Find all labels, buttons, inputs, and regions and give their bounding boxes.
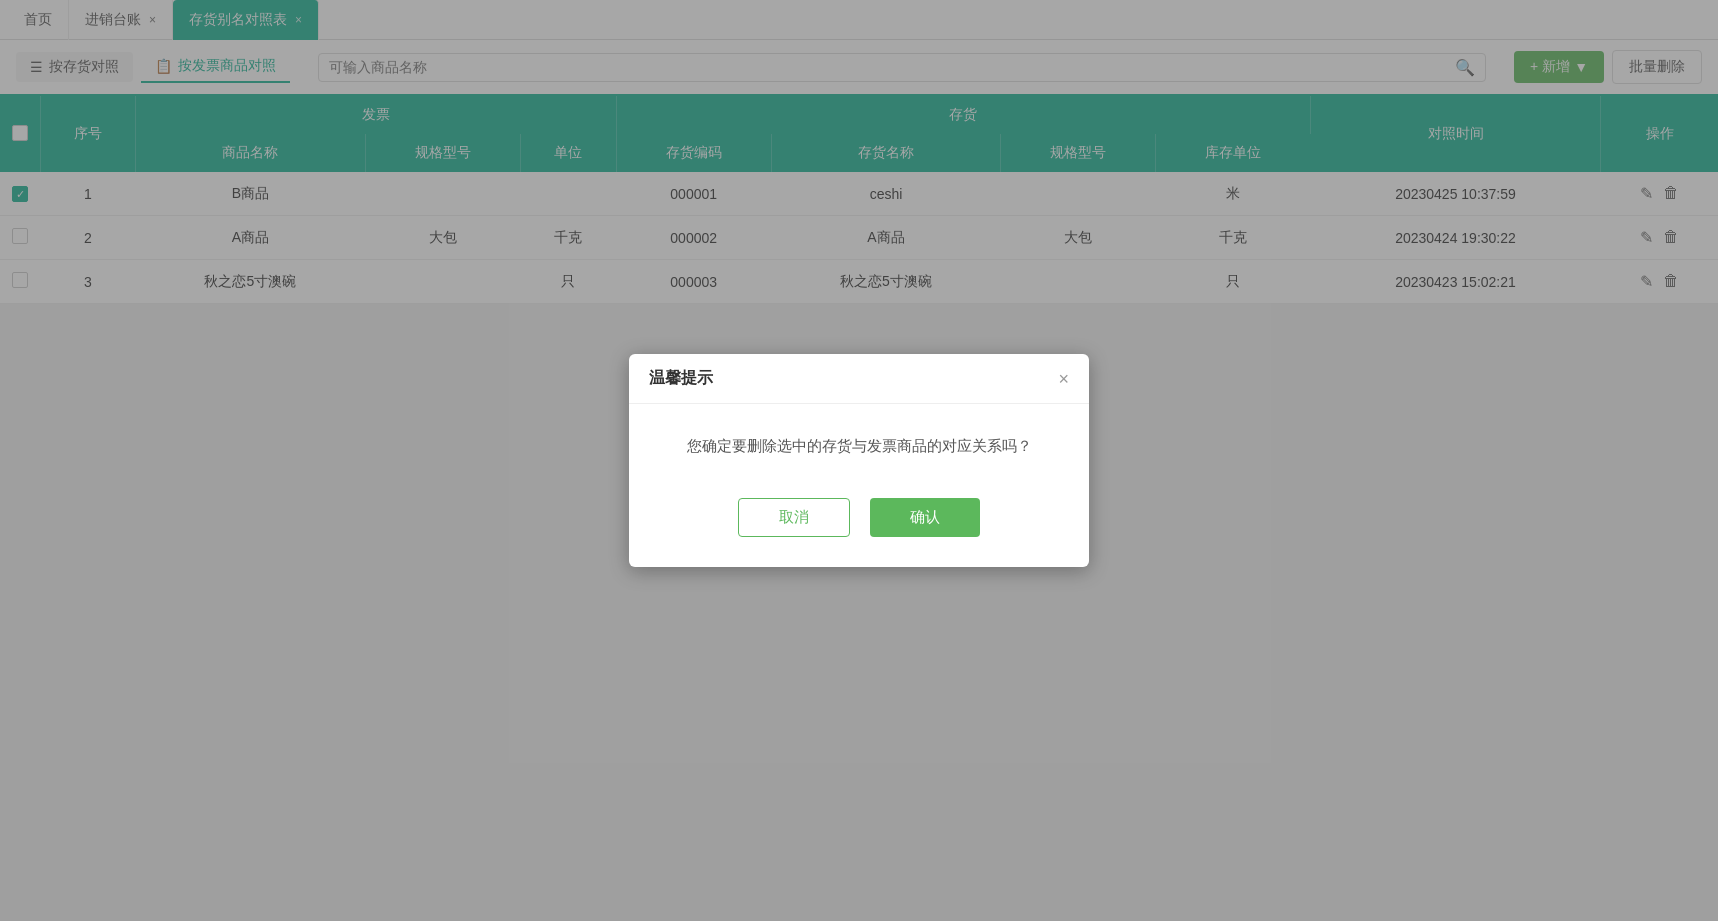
dialog-overlay: 温馨提示 × 您确定要删除选中的存货与发票商品的对应关系吗？ 取消 确认: [0, 0, 1718, 304]
